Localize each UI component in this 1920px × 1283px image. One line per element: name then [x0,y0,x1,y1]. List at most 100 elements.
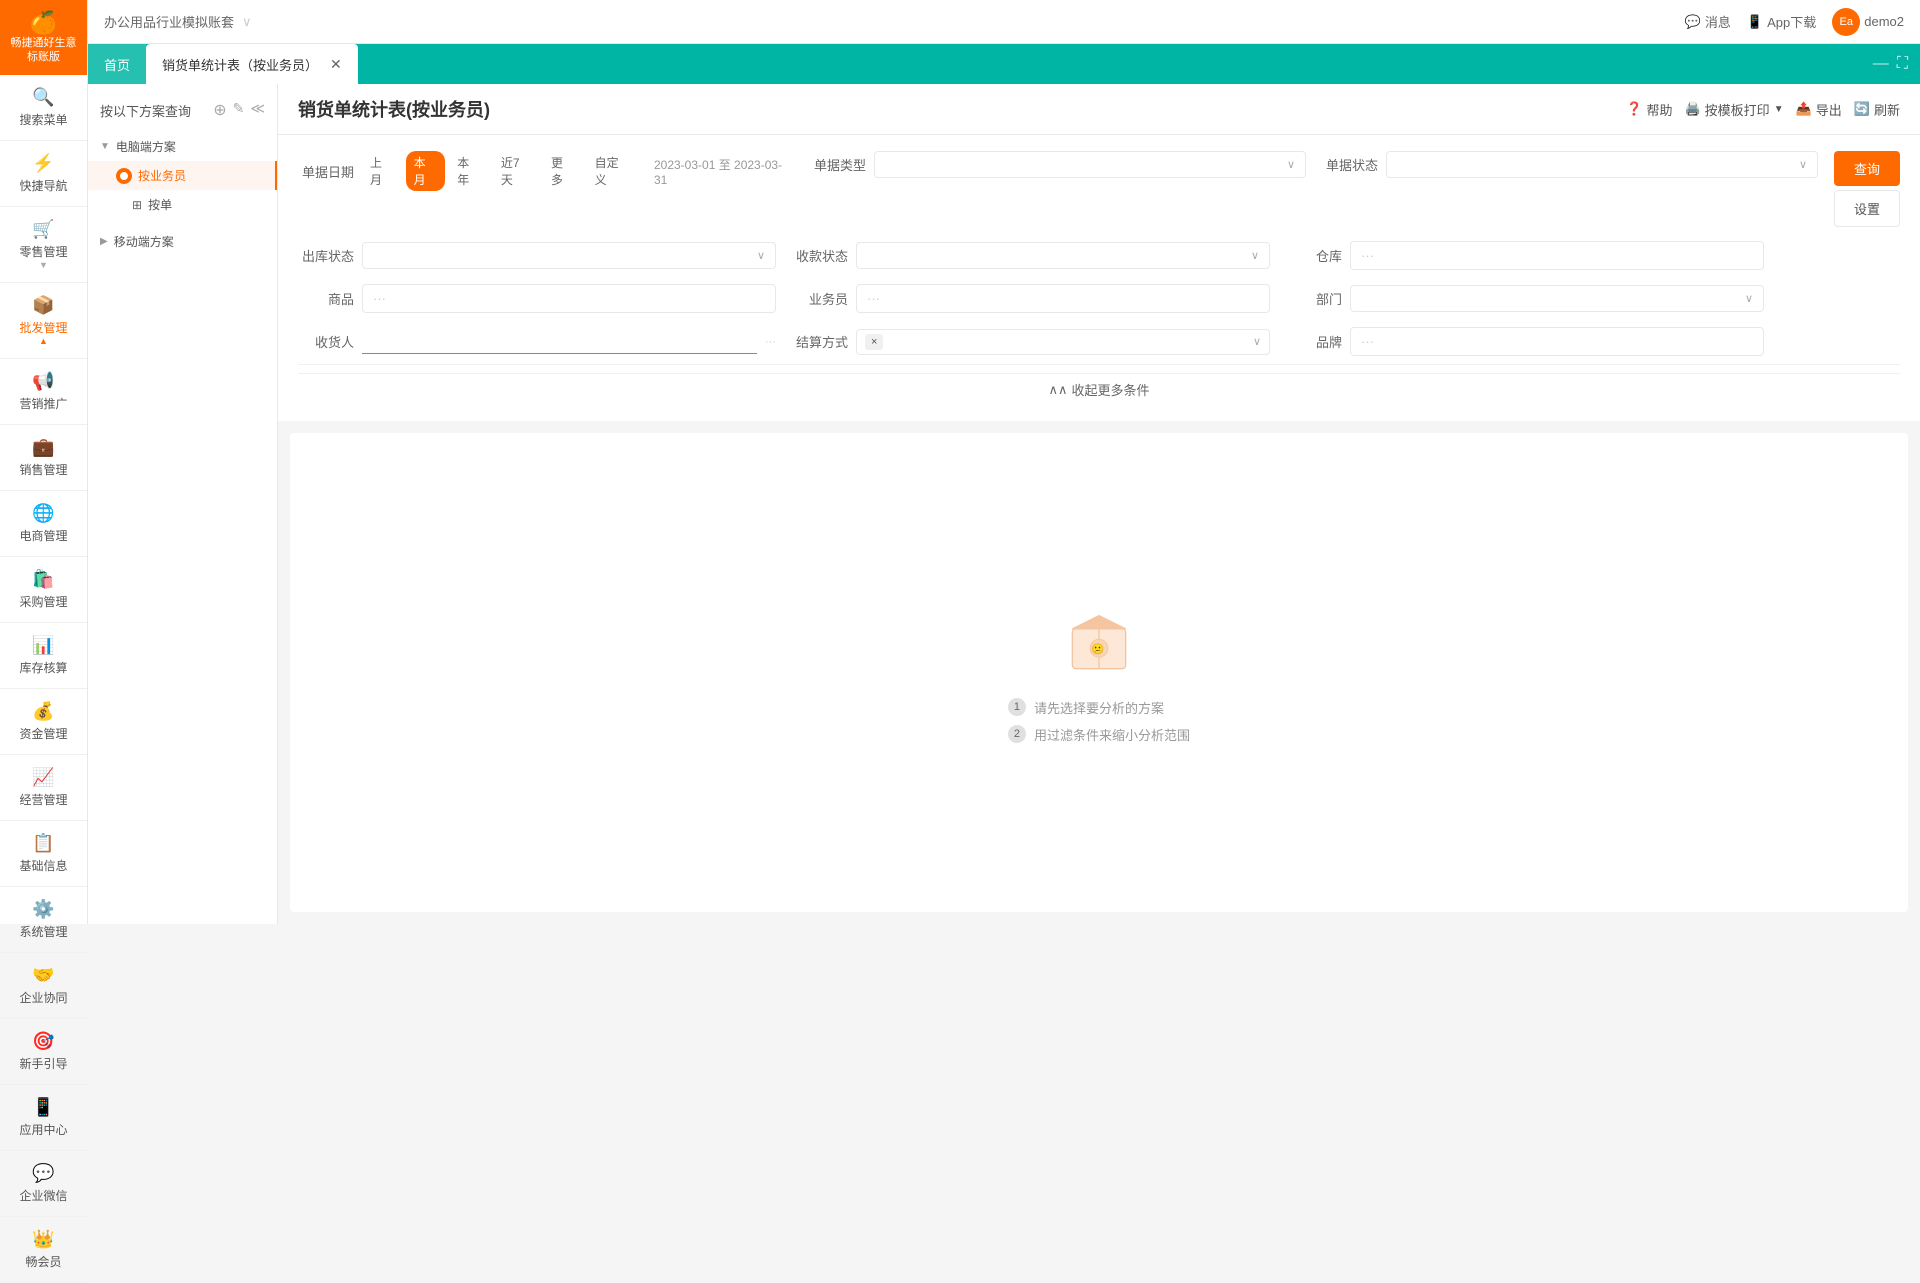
system-icon: ⚙️ [32,899,54,920]
department-select[interactable]: ∨ [1350,285,1764,312]
consignee-dots: ··· [765,336,776,348]
out-status-select[interactable]: ∨ [362,242,776,269]
date-tab-last7[interactable]: 近7天 [493,151,539,191]
sidebar-item-sales[interactable]: 💼 销售管理 [0,425,87,491]
warehouse-select[interactable]: ··· [1350,241,1764,270]
sidebar-item-wholesale[interactable]: 📦 批发管理 ▲ [0,283,87,359]
status-select-arrow: ∨ [1799,158,1807,171]
sidebar-logo[interactable]: 🍊 畅捷通好生意 标账版 [0,0,87,75]
sidebar-item-label: 企业协同 [19,989,67,1006]
scheme-order[interactable]: ⊞ 按单 [88,190,277,219]
sidebar-item-purchase[interactable]: 🛍️ 采购管理 [0,557,87,623]
sidebar-item-marketing[interactable]: 📢 营销推广 [0,359,87,425]
sidebar-item-member[interactable]: 👑 畅会员 [0,1217,87,1283]
settlement-tag: × [865,334,883,350]
sidebar-item-label: 新手引导 [19,1055,67,1072]
sidebar-item-inventory[interactable]: 📊 库存核算 [0,623,87,689]
brand-dots: ··· [1361,334,1374,349]
app-download-btn[interactable]: 📱 App下载 [1747,12,1816,31]
query-btn[interactable]: 查询 [1834,151,1900,186]
sidebar-item-enterprise[interactable]: 🤝 企业协同 [0,953,87,1019]
tab-minimize-btn[interactable]: — [1873,55,1889,73]
appstore-icon: 📱 [32,1097,54,1118]
message-icon: 💬 [1685,14,1701,30]
sidebar-item-basic[interactable]: 📋 基础信息 [0,821,87,887]
tab-close-btn[interactable]: ✕ [330,56,342,73]
help-btn[interactable]: ❓ 帮助 [1626,100,1672,119]
settings-btn[interactable]: 设置 [1834,190,1900,227]
collapse-panel-btn[interactable]: ≪ [250,100,265,120]
print-icon: 🖨️ [1684,101,1700,117]
print-btn[interactable]: 🖨️ 按模板打印 ▼ [1684,100,1783,119]
sidebar-item-ecommerce[interactable]: 🌐 电商管理 [0,491,87,557]
tab-maximize-btn[interactable]: ⛶ [1897,55,1908,73]
sidebar-item-retail[interactable]: 🛒 零售管理 ▼ [0,207,87,283]
goods-select[interactable]: ··· [362,284,776,313]
basic-icon: 📋 [32,833,54,854]
date-tab-thisyear[interactable]: 本年 [449,151,489,191]
sidebar-item-finance[interactable]: 💰 资金管理 [0,689,87,755]
desktop-group-arrow: ▼ [100,141,110,152]
mobile-group-title[interactable]: ▶ 移动端方案 [88,227,277,256]
user-profile[interactable]: Ea demo2 [1832,8,1904,36]
settlement-tag-value: × [871,336,877,348]
empty-illustration: 😕 [1059,602,1139,682]
sidebar-item-appstore[interactable]: 📱 应用中心 [0,1085,87,1151]
receive-status-arrow: ∨ [1251,249,1259,262]
refresh-btn[interactable]: 🔄 刷新 [1854,100,1900,119]
add-scheme-btn[interactable]: ⊕ [213,100,226,120]
settlement-arrow: ∨ [1253,335,1261,348]
collapse-arrow: ∧∧ [1048,382,1067,398]
desktop-group: ▼ 电脑端方案 按业务员 ⊞ 按单 [88,128,277,223]
retail-icon: 🛒 [32,219,54,240]
topbar-chevron: ∨ [242,14,252,30]
desktop-group-title[interactable]: ▼ 电脑端方案 [88,132,277,161]
type-select[interactable]: ∨ [874,151,1306,178]
page-title: 销货单统计表(按业务员) [298,96,490,134]
sidebar-item-search[interactable]: 🔍 搜索菜单 [0,75,87,141]
date-tab-more[interactable]: 更多 [543,151,583,191]
status-label: 单据状态 [1322,155,1378,174]
left-panel-title: 按以下方案查询 [100,101,191,120]
collapse-btn[interactable]: ∧∧ 收起更多条件 [298,373,1900,405]
type-label: 单据类型 [810,155,866,174]
date-tab-custom[interactable]: 自定义 [587,151,638,191]
sales-icon: 💼 [32,437,54,458]
sidebar-item-system[interactable]: ⚙️ 系统管理 [0,887,87,953]
export-icon: 📤 [1796,101,1812,117]
settlement-label: 结算方式 [792,332,848,351]
scheme-salesperson[interactable]: 按业务员 [88,161,277,190]
salesperson-select[interactable]: ··· [856,284,1270,313]
status-select[interactable]: ∨ [1386,151,1818,178]
empty-step-1: 1 请先选择要分析的方案 [1008,698,1190,717]
brand-select[interactable]: ··· [1350,327,1764,356]
step1-text: 请先选择要分析的方案 [1034,698,1164,717]
out-status-arrow: ∨ [757,249,765,262]
type-select-arrow: ∨ [1287,158,1295,171]
sidebar-item-quicknav[interactable]: ⚡ 快捷导航 [0,141,87,207]
export-btn[interactable]: 📤 导出 [1796,100,1842,119]
receive-status-select[interactable]: ∨ [856,242,1270,269]
date-tab-lastmonth[interactable]: 上月 [362,151,402,191]
date-tab-thismonth[interactable]: 本月 [406,151,446,191]
tab-sales-report[interactable]: 销货单统计表（按业务员） ✕ [146,44,358,84]
step2-num: 2 [1008,725,1026,743]
tab-home-label: 首页 [104,55,130,74]
scheme-salesperson-label: 按业务员 [138,167,186,184]
date-range: 2023-03-01 至 2023-03-31 [654,156,794,187]
sidebar-item-operation[interactable]: 📈 经营管理 [0,755,87,821]
topbar-left: 办公用品行业模拟账套 ∨ [104,12,252,31]
message-btn[interactable]: 💬 消息 [1685,12,1731,31]
sidebar-item-label: 基础信息 [19,857,67,874]
sidebar-item-wechat[interactable]: 💬 企业微信 [0,1151,87,1217]
left-panel: 按以下方案查询 ⊕ ✎ ≪ ▼ 电脑端方案 按业务员 [88,84,278,924]
date-label: 单据日期 [298,162,354,181]
marketing-icon: 📢 [32,371,54,392]
consignee-input[interactable] [362,330,757,354]
tab-home[interactable]: 首页 [88,44,146,84]
department-label: 部门 [1286,289,1342,308]
export-label: 导出 [1816,100,1842,119]
sidebar-item-label: 资金管理 [19,725,67,742]
edit-scheme-btn[interactable]: ✎ [233,100,245,120]
sidebar-item-newbie[interactable]: 🎯 新手引导 [0,1019,87,1085]
